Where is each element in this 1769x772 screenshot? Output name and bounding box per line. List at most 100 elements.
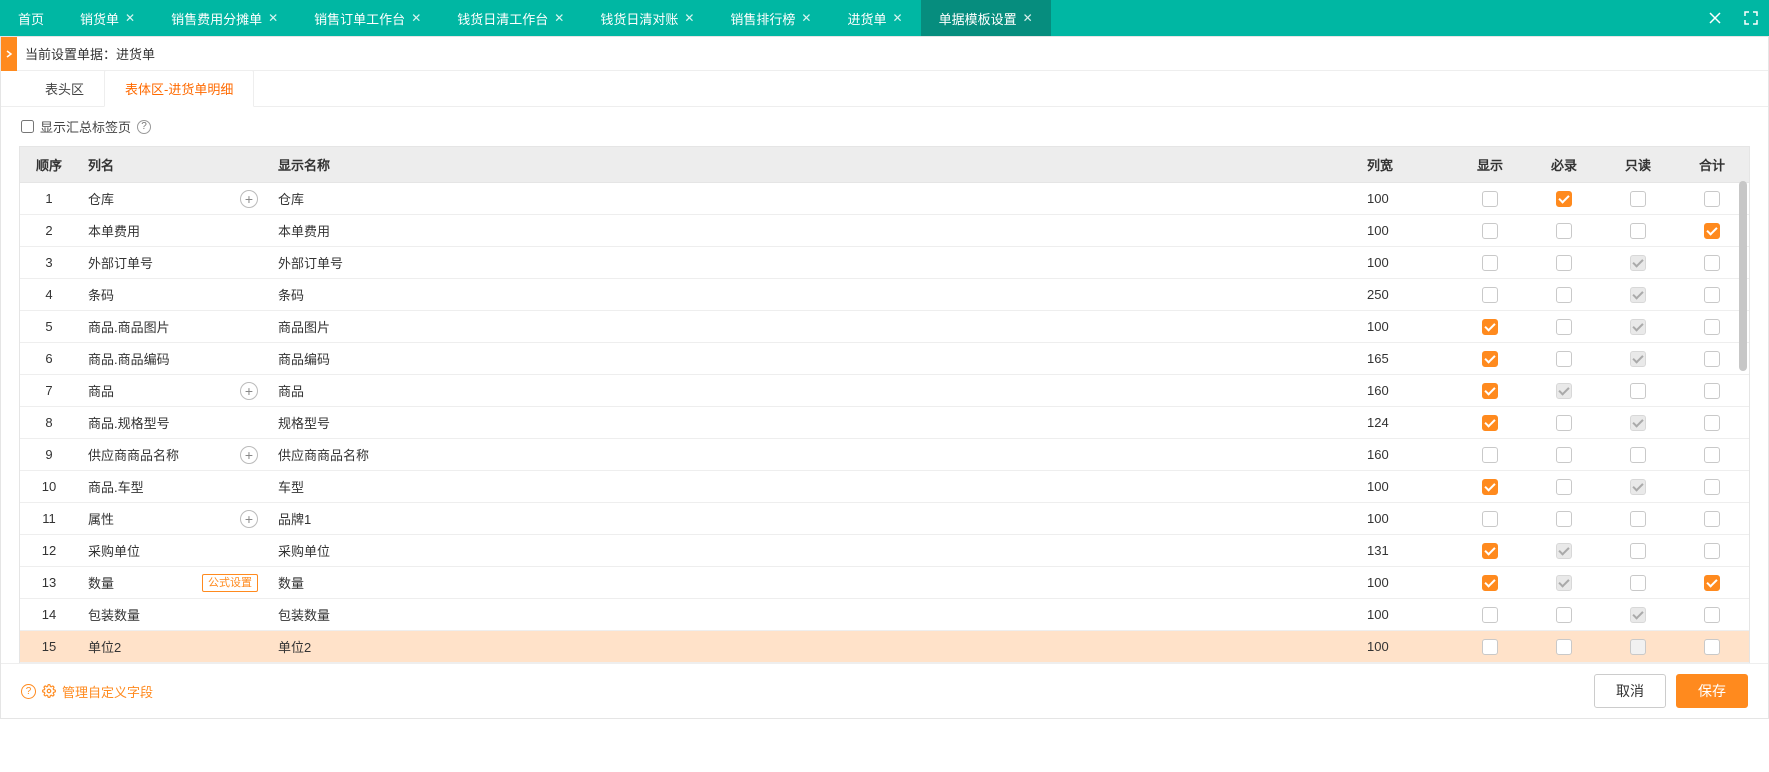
cell-width[interactable]: 100 — [1357, 503, 1453, 535]
checkbox[interactable] — [1556, 511, 1572, 527]
top-tab[interactable]: 钱货日清对账✕ — [582, 0, 712, 36]
cell-display-name[interactable]: 数量 — [268, 567, 1357, 599]
table-row[interactable]: 5商品.商品图片商品图片100 — [20, 311, 1749, 343]
cell-display-name[interactable]: 供应商商品名称 — [268, 439, 1357, 471]
cell-display-name[interactable]: 品牌1 — [268, 503, 1357, 535]
close-icon[interactable]: ✕ — [1023, 11, 1033, 25]
cell-display-name[interactable]: 外部订单号 — [268, 247, 1357, 279]
cell-width[interactable]: 131 — [1357, 535, 1453, 567]
close-icon[interactable]: ✕ — [411, 11, 421, 25]
cell-display-name[interactable]: 包装数量 — [268, 599, 1357, 631]
checkbox[interactable] — [1482, 191, 1498, 207]
collapse-handle-icon[interactable] — [1, 37, 17, 71]
checkbox[interactable] — [1630, 575, 1646, 591]
close-icon[interactable]: ✕ — [684, 11, 694, 25]
top-tab[interactable]: 销货单✕ — [62, 0, 153, 36]
table-row[interactable]: 11属性+品牌1100 — [20, 503, 1749, 535]
table-row[interactable]: 12采购单位采购单位131 — [20, 535, 1749, 567]
checkbox[interactable] — [1704, 383, 1720, 399]
cell-display-name[interactable]: 规格型号 — [268, 407, 1357, 439]
checkbox[interactable] — [1482, 223, 1498, 239]
cancel-button[interactable]: 取消 — [1594, 674, 1666, 708]
checkbox[interactable] — [1704, 447, 1720, 463]
top-tab[interactable]: 销售订单工作台✕ — [296, 0, 439, 36]
cell-width[interactable]: 100 — [1357, 567, 1453, 599]
save-button[interactable]: 保存 — [1676, 674, 1748, 708]
cell-width[interactable]: 100 — [1357, 215, 1453, 247]
checkbox[interactable] — [1704, 575, 1720, 591]
checkbox[interactable] — [1482, 575, 1498, 591]
checkbox[interactable] — [1556, 287, 1572, 303]
checkbox[interactable] — [1556, 191, 1572, 207]
checkbox[interactable] — [1704, 319, 1720, 335]
formula-setting-button[interactable]: 公式设置 — [202, 574, 258, 592]
checkbox[interactable] — [1556, 639, 1572, 655]
table-row[interactable]: 9供应商商品名称+供应商商品名称160 — [20, 439, 1749, 471]
close-icon[interactable]: ✕ — [268, 11, 278, 25]
checkbox[interactable] — [1482, 607, 1498, 623]
sub-tab[interactable]: 表体区-进货单明细 — [104, 70, 254, 107]
checkbox[interactable] — [1482, 447, 1498, 463]
cell-width[interactable]: 124 — [1357, 407, 1453, 439]
checkbox[interactable] — [1630, 543, 1646, 559]
checkbox[interactable] — [1704, 639, 1720, 655]
cell-display-name[interactable]: 单位2 — [268, 631, 1357, 663]
top-tab[interactable]: 销售费用分摊单✕ — [153, 0, 296, 36]
sub-tab[interactable]: 表头区 — [25, 71, 104, 106]
table-row[interactable]: 2本单费用本单费用100 — [20, 215, 1749, 247]
fullscreen-icon[interactable] — [1733, 0, 1769, 36]
checkbox[interactable] — [1630, 223, 1646, 239]
cell-display-name[interactable]: 条码 — [268, 279, 1357, 311]
checkbox[interactable] — [1704, 479, 1720, 495]
plus-icon[interactable]: + — [240, 382, 258, 400]
cell-width[interactable]: 100 — [1357, 599, 1453, 631]
checkbox[interactable] — [1630, 191, 1646, 207]
table-row[interactable]: 14包装数量包装数量100 — [20, 599, 1749, 631]
cell-width[interactable]: 165 — [1357, 343, 1453, 375]
cell-display-name[interactable]: 商品编码 — [268, 343, 1357, 375]
plus-icon[interactable]: + — [240, 190, 258, 208]
checkbox[interactable] — [1482, 543, 1498, 559]
vertical-scrollbar[interactable] — [1739, 181, 1747, 371]
checkbox[interactable] — [1704, 255, 1720, 271]
checkbox[interactable] — [1704, 607, 1720, 623]
checkbox[interactable] — [1556, 415, 1572, 431]
checkbox[interactable] — [1556, 351, 1572, 367]
table-row[interactable]: 8商品.规格型号规格型号124 — [20, 407, 1749, 439]
top-tab[interactable]: 进货单✕ — [829, 0, 920, 36]
checkbox[interactable] — [1704, 351, 1720, 367]
cell-display-name[interactable]: 商品图片 — [268, 311, 1357, 343]
cell-width[interactable]: 100 — [1357, 183, 1453, 215]
checkbox[interactable] — [1704, 287, 1720, 303]
checkbox[interactable] — [1556, 479, 1572, 495]
plus-icon[interactable]: + — [240, 446, 258, 464]
manage-custom-fields-link[interactable]: ? 管理自定义字段 — [21, 682, 153, 701]
table-row[interactable]: 3外部订单号外部订单号100 — [20, 247, 1749, 279]
checkbox[interactable] — [1704, 543, 1720, 559]
checkbox[interactable] — [1482, 639, 1498, 655]
plus-icon[interactable]: + — [240, 510, 258, 528]
checkbox[interactable] — [1630, 383, 1646, 399]
checkbox[interactable] — [1482, 255, 1498, 271]
table-row[interactable]: 6商品.商品编码商品编码165 — [20, 343, 1749, 375]
checkbox[interactable] — [1482, 351, 1498, 367]
cell-width[interactable]: 100 — [1357, 471, 1453, 503]
close-icon[interactable]: ✕ — [893, 11, 903, 25]
table-row[interactable]: 13数量公式设置数量100 — [20, 567, 1749, 599]
cell-display-name[interactable]: 车型 — [268, 471, 1357, 503]
checkbox[interactable] — [1482, 383, 1498, 399]
cell-width[interactable]: 100 — [1357, 631, 1453, 663]
cell-width[interactable]: 100 — [1357, 247, 1453, 279]
table-row[interactable]: 10商品.车型车型100 — [20, 471, 1749, 503]
checkbox[interactable] — [1482, 319, 1498, 335]
cell-display-name[interactable]: 商品 — [268, 375, 1357, 407]
checkbox[interactable] — [1482, 511, 1498, 527]
checkbox[interactable] — [1482, 415, 1498, 431]
top-tab[interactable]: 单据模板设置✕ — [921, 0, 1051, 36]
checkbox[interactable] — [1630, 447, 1646, 463]
cell-display-name[interactable]: 仓库 — [268, 183, 1357, 215]
top-tab[interactable]: 钱货日清工作台✕ — [439, 0, 582, 36]
cell-width[interactable]: 100 — [1357, 311, 1453, 343]
checkbox[interactable] — [1704, 511, 1720, 527]
close-all-icon[interactable] — [1697, 0, 1733, 36]
